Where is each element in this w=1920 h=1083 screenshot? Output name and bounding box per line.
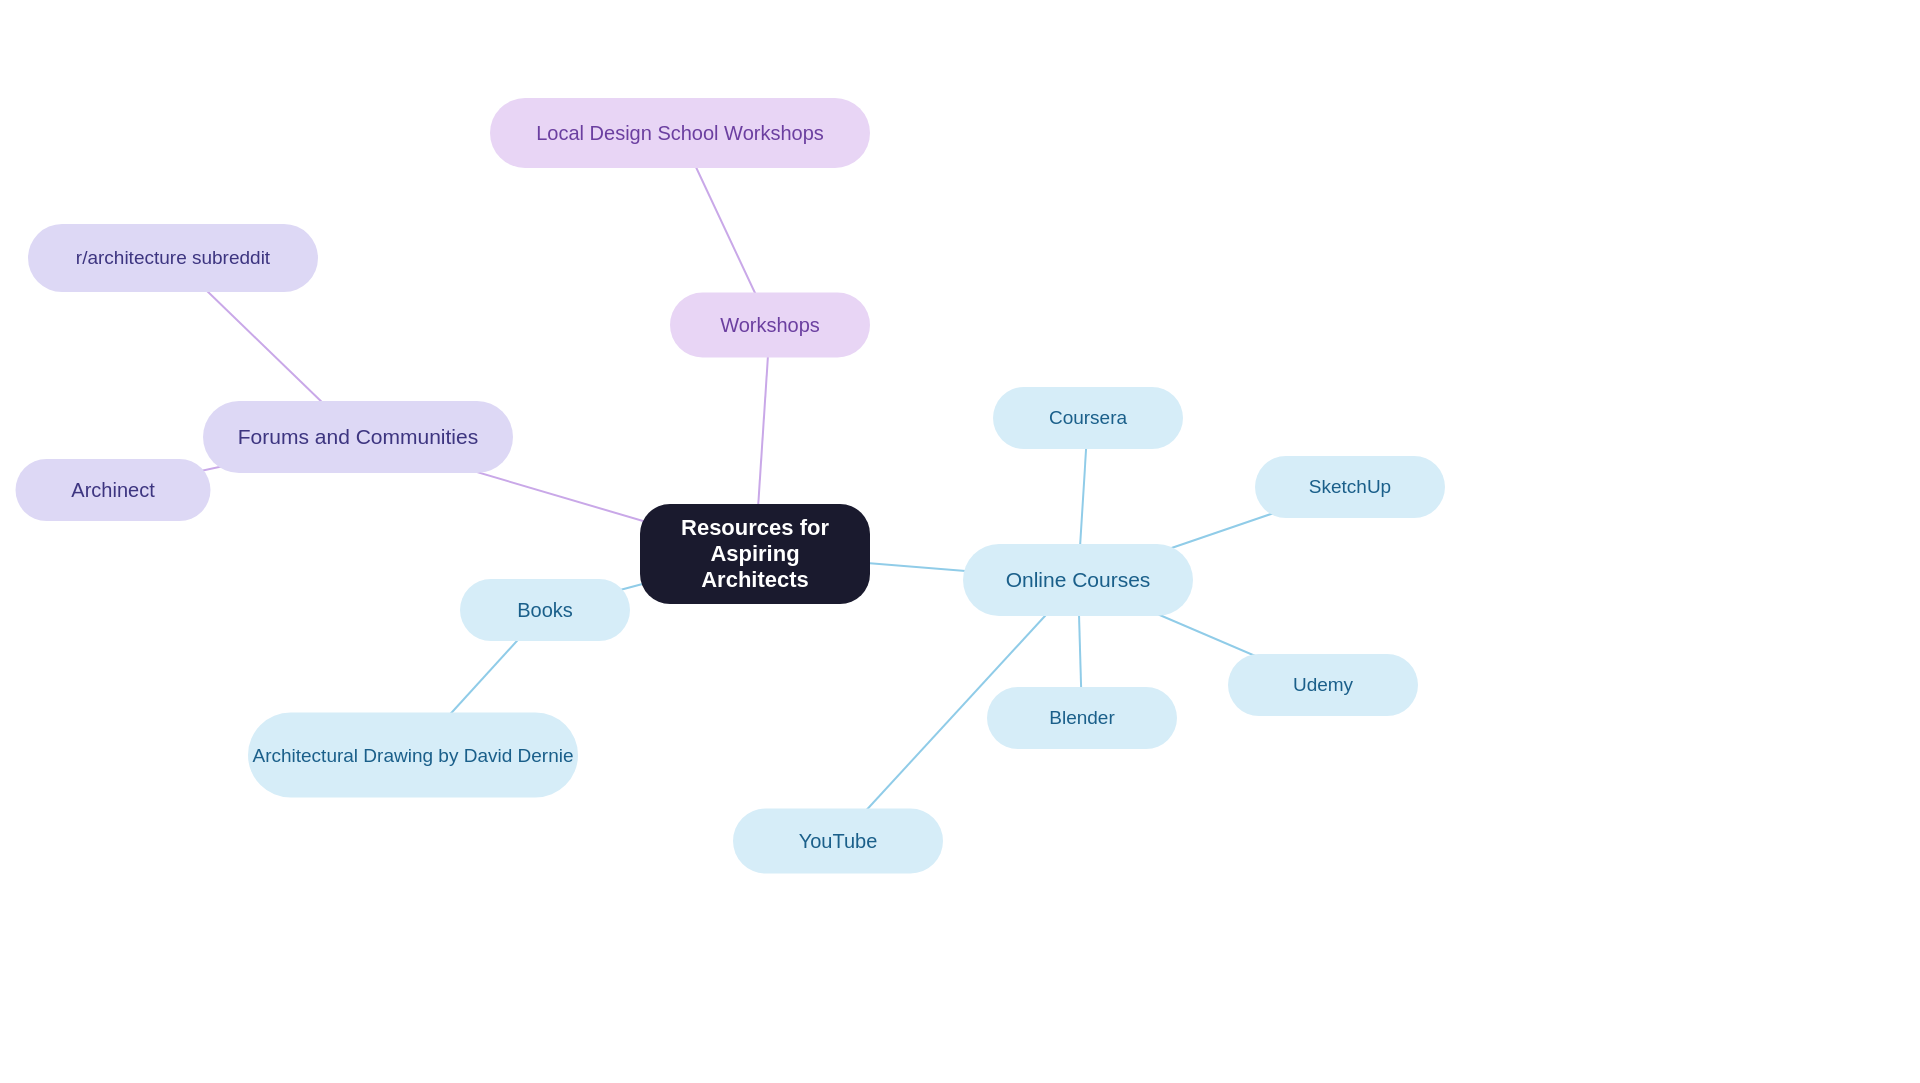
coursera-node[interactable]: Coursera <box>993 387 1183 449</box>
coursera-label: Coursera <box>1049 407 1127 429</box>
blender-node[interactable]: Blender <box>987 687 1177 749</box>
arch-drawing-node[interactable]: Architectural Drawing by David Dernie <box>248 713 578 798</box>
archinect-label: Archinect <box>71 479 154 502</box>
youtube-label: YouTube <box>799 830 878 853</box>
udemy-node[interactable]: Udemy <box>1228 654 1418 716</box>
books-node[interactable]: Books <box>460 579 630 641</box>
online-courses-label: Online Courses <box>1006 568 1151 592</box>
local-design-label: Local Design School Workshops <box>536 122 824 145</box>
workshops-label: Workshops <box>720 314 820 337</box>
center-node[interactable]: Resources for Aspiring Architects <box>640 504 870 604</box>
sketchup-label: SketchUp <box>1309 476 1391 498</box>
blender-label: Blender <box>1049 707 1115 729</box>
forums-label: Forums and Communities <box>238 425 478 449</box>
workshops-node[interactable]: Workshops <box>670 293 870 358</box>
reddit-label: r/architecture subreddit <box>76 247 270 269</box>
sketchup-node[interactable]: SketchUp <box>1255 456 1445 518</box>
youtube-node[interactable]: YouTube <box>733 809 943 874</box>
local-design-node[interactable]: Local Design School Workshops <box>490 98 870 168</box>
center-label: Resources for Aspiring Architects <box>640 515 870 593</box>
forums-node[interactable]: Forums and Communities <box>203 401 513 473</box>
archinect-node[interactable]: Archinect <box>16 459 211 521</box>
online-courses-node[interactable]: Online Courses <box>963 544 1193 616</box>
udemy-label: Udemy <box>1293 674 1353 696</box>
arch-drawing-label: Architectural Drawing by David Dernie <box>252 744 573 766</box>
books-label: Books <box>517 599 573 622</box>
reddit-node[interactable]: r/architecture subreddit <box>28 224 318 292</box>
